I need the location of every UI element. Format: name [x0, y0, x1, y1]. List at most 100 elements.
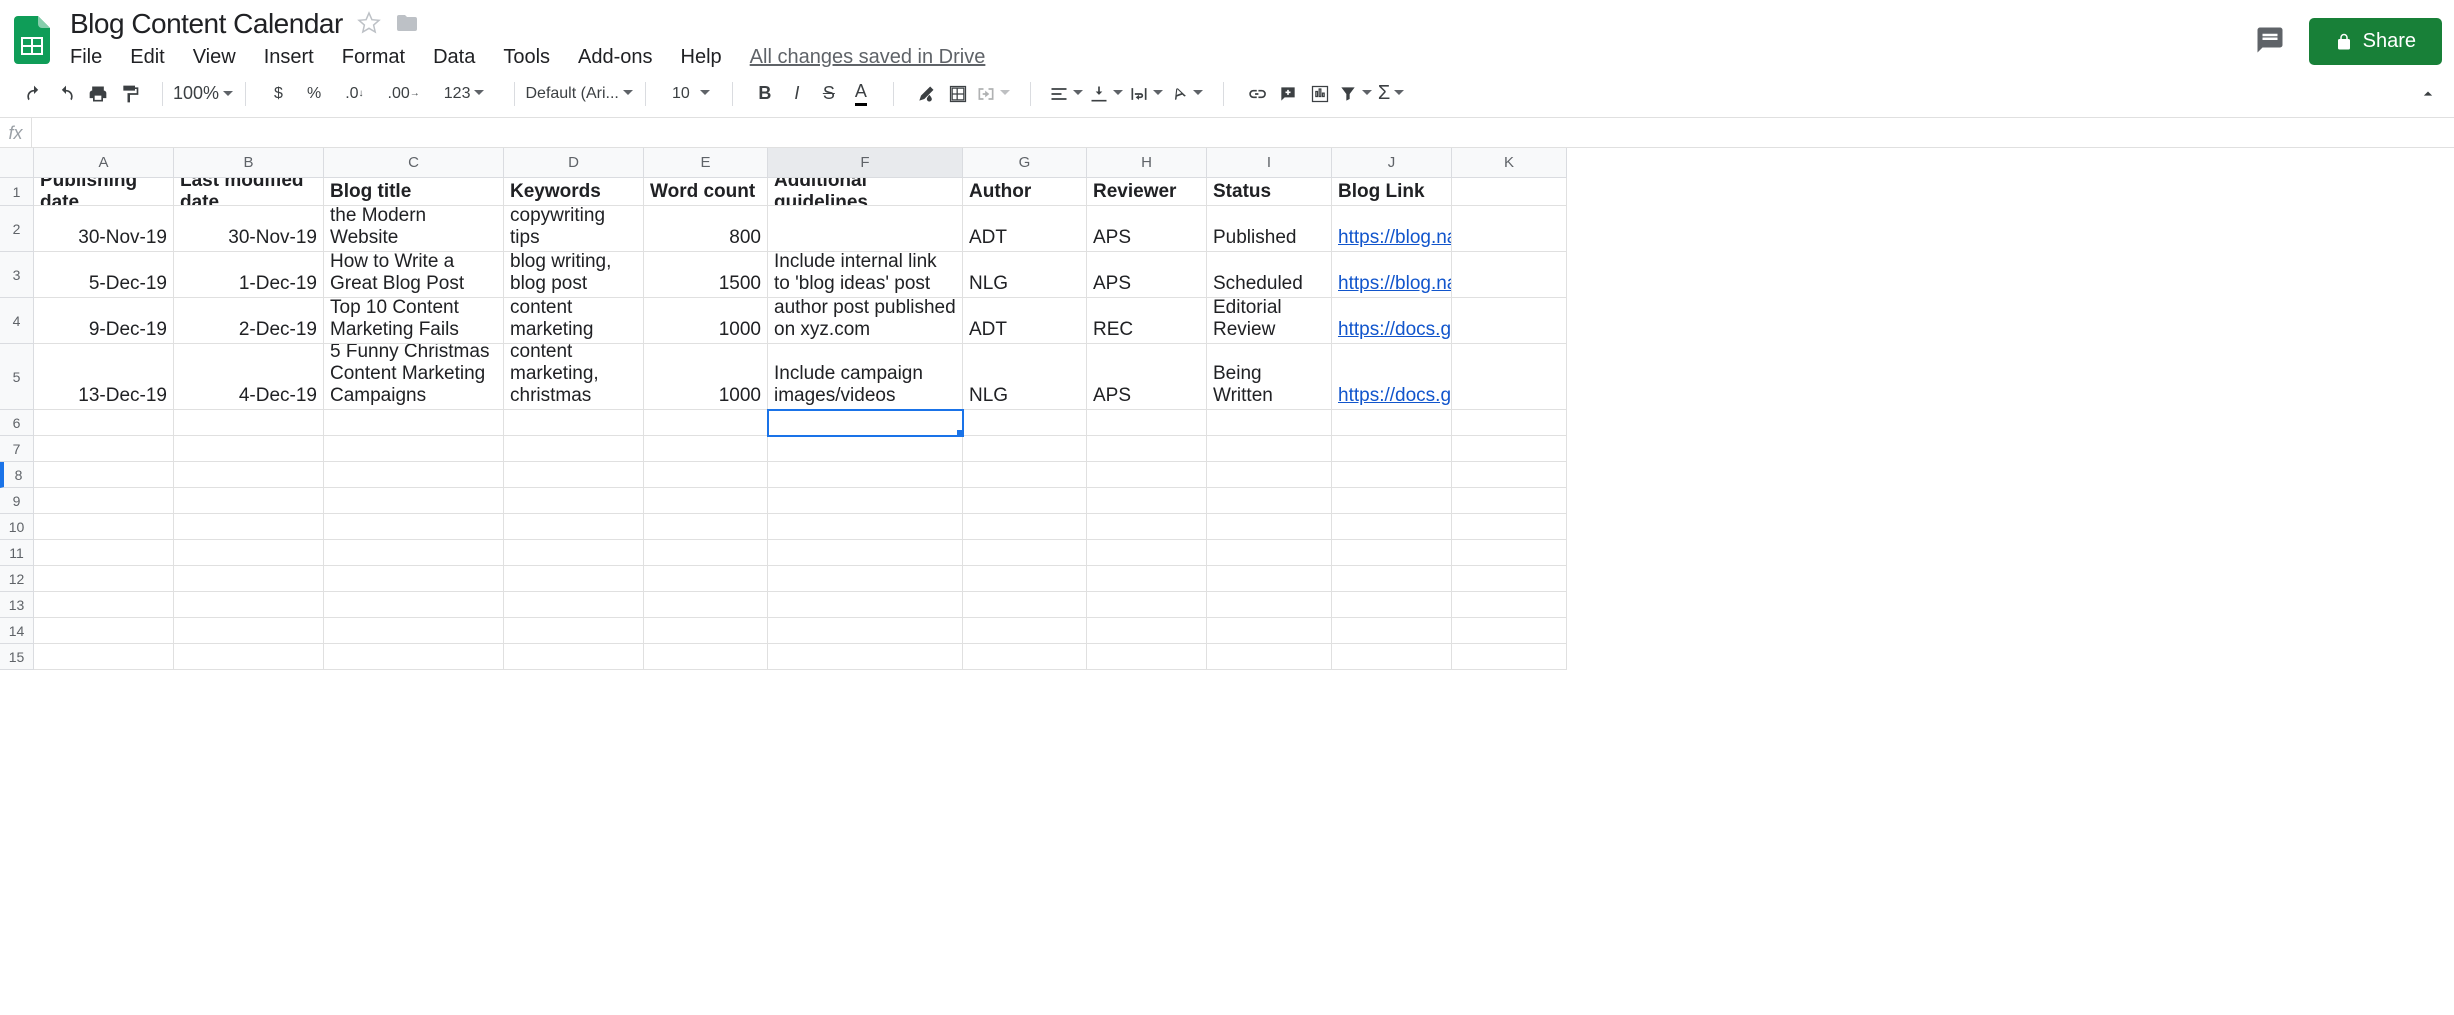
cell-K11[interactable] [1452, 540, 1567, 566]
cell-C5[interactable]: 5 Funny Christmas Content Marketing Camp… [324, 344, 504, 410]
percent-icon[interactable]: % [297, 79, 331, 109]
cell-F14[interactable] [768, 618, 963, 644]
cell-G8[interactable] [963, 462, 1087, 488]
undo-icon[interactable] [20, 79, 48, 109]
cell-B9[interactable] [174, 488, 324, 514]
cell-G9[interactable] [963, 488, 1087, 514]
row-header-4[interactable]: 4 [0, 298, 34, 344]
cell-H11[interactable] [1087, 540, 1207, 566]
row-header-15[interactable]: 15 [0, 644, 34, 670]
filter-icon[interactable] [1338, 79, 1374, 109]
col-header-B[interactable]: B [174, 148, 324, 178]
cell-A5[interactable]: 13-Dec-19 [34, 344, 174, 410]
cell-A4[interactable]: 9-Dec-19 [34, 298, 174, 344]
cell-J14[interactable] [1332, 618, 1452, 644]
star-icon[interactable] [357, 11, 381, 38]
cell-E2[interactable]: 800 [644, 206, 768, 252]
cell-A3[interactable]: 5-Dec-19 [34, 252, 174, 298]
cell-D4[interactable]: content marketing [504, 298, 644, 344]
cell-A9[interactable] [34, 488, 174, 514]
cell-G13[interactable] [963, 592, 1087, 618]
cell-K10[interactable] [1452, 514, 1567, 540]
cell-I13[interactable] [1207, 592, 1332, 618]
cell-G7[interactable] [963, 436, 1087, 462]
cell-C3[interactable]: How to Write a Great Blog Post [324, 252, 504, 298]
cell-A1[interactable]: Publishing date [34, 178, 174, 206]
cell-D3[interactable]: blog writing, blog post [504, 252, 644, 298]
cell-K1[interactable] [1452, 178, 1567, 206]
cell-H1[interactable]: Reviewer [1087, 178, 1207, 206]
col-header-I[interactable]: I [1207, 148, 1332, 178]
cell-I7[interactable] [1207, 436, 1332, 462]
cell-B6[interactable] [174, 410, 324, 436]
cell-J3[interactable]: https://blog.narrato.io/blog-post [1332, 252, 1452, 298]
menu-insert[interactable]: Insert [264, 46, 314, 69]
cell-D8[interactable] [504, 462, 644, 488]
menu-format[interactable]: Format [342, 46, 405, 69]
cell-E9[interactable] [644, 488, 768, 514]
cell-A11[interactable] [34, 540, 174, 566]
cell-C10[interactable] [324, 514, 504, 540]
cell-J9[interactable] [1332, 488, 1452, 514]
cell-C13[interactable] [324, 592, 504, 618]
functions-icon[interactable]: Σ [1378, 79, 1406, 109]
cell-J5[interactable]: https://docs.google.com/docume [1332, 344, 1452, 410]
cell-I12[interactable] [1207, 566, 1332, 592]
cell-E8[interactable] [644, 462, 768, 488]
cell-F10[interactable] [768, 514, 963, 540]
cell-K8[interactable] [1452, 462, 1567, 488]
menu-file[interactable]: File [70, 46, 102, 69]
col-header-G[interactable]: G [963, 148, 1087, 178]
cell-H12[interactable] [1087, 566, 1207, 592]
cell-C8[interactable] [324, 462, 504, 488]
cell-D11[interactable] [504, 540, 644, 566]
cell-G12[interactable] [963, 566, 1087, 592]
cell-H14[interactable] [1087, 618, 1207, 644]
cell-K7[interactable] [1452, 436, 1567, 462]
cell-J4[interactable]: https://docs.google.com/docume [1332, 298, 1452, 344]
v-align-icon[interactable] [1089, 79, 1125, 109]
cell-F9[interactable] [768, 488, 963, 514]
row-header-5[interactable]: 5 [0, 344, 34, 410]
row-header-10[interactable]: 10 [0, 514, 34, 540]
cell-F6[interactable] [768, 410, 963, 436]
chart-icon[interactable] [1306, 79, 1334, 109]
cell-H2[interactable]: APS [1087, 206, 1207, 252]
cell-A10[interactable] [34, 514, 174, 540]
cell-E11[interactable] [644, 540, 768, 566]
cell-J1[interactable]: Blog Link [1332, 178, 1452, 206]
cell-G1[interactable]: Author [963, 178, 1087, 206]
cell-D15[interactable] [504, 644, 644, 670]
cell-B12[interactable] [174, 566, 324, 592]
cell-I14[interactable] [1207, 618, 1332, 644]
cell-H4[interactable]: REC [1087, 298, 1207, 344]
cell-K9[interactable] [1452, 488, 1567, 514]
cell-C6[interactable] [324, 410, 504, 436]
col-header-F[interactable]: F [768, 148, 963, 178]
cell-C7[interactable] [324, 436, 504, 462]
cell-E7[interactable] [644, 436, 768, 462]
wrap-icon[interactable] [1129, 79, 1165, 109]
cell-A13[interactable] [34, 592, 174, 618]
strike-icon[interactable]: S [815, 79, 843, 109]
collapse-toolbar-icon[interactable] [2414, 79, 2442, 109]
zoom-select[interactable]: 100% [173, 79, 235, 109]
cell-J13[interactable] [1332, 592, 1452, 618]
col-header-H[interactable]: H [1087, 148, 1207, 178]
cell-A6[interactable] [34, 410, 174, 436]
cell-D9[interactable] [504, 488, 644, 514]
cell-E6[interactable] [644, 410, 768, 436]
cell-F2[interactable] [768, 206, 963, 252]
sheets-logo[interactable] [12, 12, 52, 67]
cell-I15[interactable] [1207, 644, 1332, 670]
cell-D14[interactable] [504, 618, 644, 644]
cell-E14[interactable] [644, 618, 768, 644]
cell-D2[interactable]: copywriting tips [504, 206, 644, 252]
menu-tools[interactable]: Tools [503, 46, 550, 69]
bold-icon[interactable]: B [751, 79, 779, 109]
col-header-D[interactable]: D [504, 148, 644, 178]
cell-K3[interactable] [1452, 252, 1567, 298]
formula-input[interactable] [32, 118, 2454, 147]
cell-J10[interactable] [1332, 514, 1452, 540]
cell-I10[interactable] [1207, 514, 1332, 540]
